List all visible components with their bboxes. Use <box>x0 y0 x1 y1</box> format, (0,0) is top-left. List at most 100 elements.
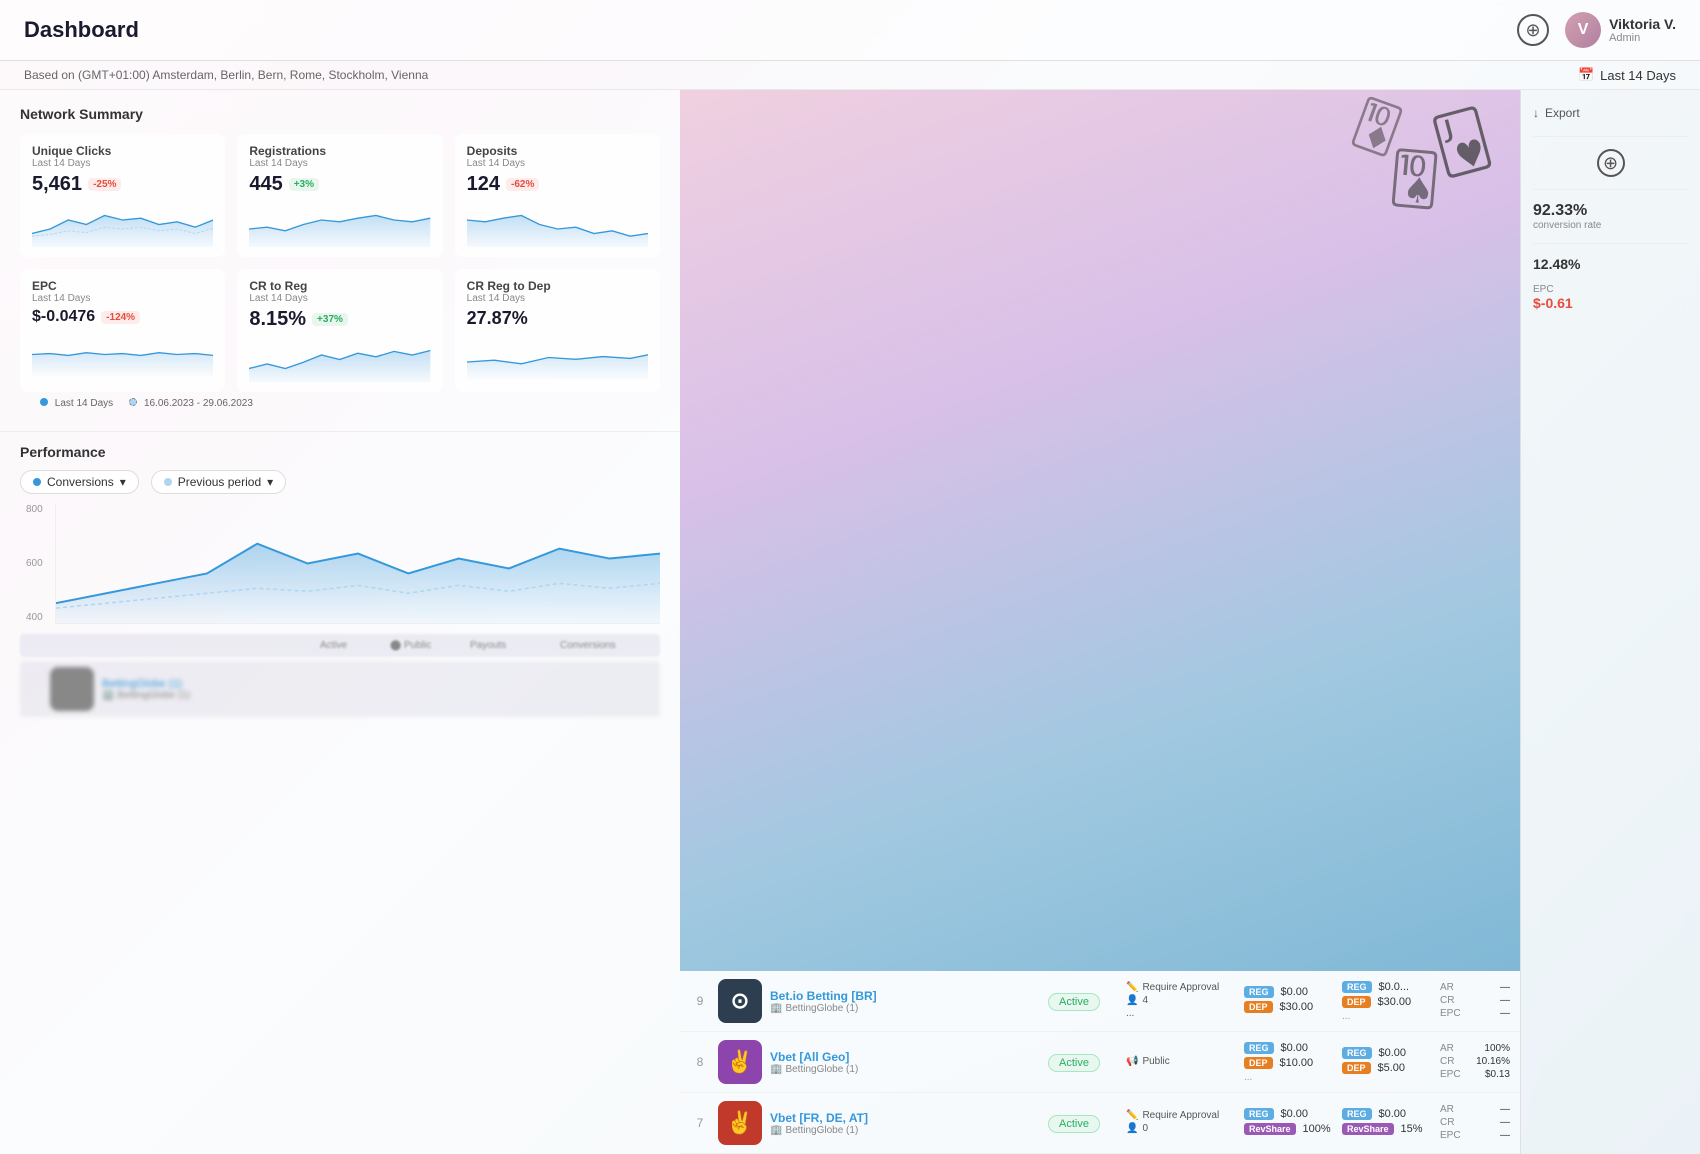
metric-value-row-clicks: 5,461 -25% <box>32 173 213 196</box>
offer-info-7: Vbet [FR, DE, AT] 🏢 BettingGlobe (1) <box>770 1111 1040 1136</box>
metric-change-reg: +3% <box>289 178 319 191</box>
metric-change-clicks: -25% <box>88 178 121 191</box>
metric-value-row-dep: 124 -62% <box>467 173 648 196</box>
filter-label-previous: Previous period <box>178 475 261 489</box>
metric-label-reg: Registrations <box>249 144 430 158</box>
filter-dot-conversions <box>33 478 41 486</box>
legend-dot-current <box>40 398 48 406</box>
metric-cr-dep: CR Reg to Dep Last 14 Days 27.87% <box>455 269 660 392</box>
metric-cr-reg: CR to Reg Last 14 Days 8.15% +37% <box>237 269 442 392</box>
metric-period-cr-dep: Last 14 Days <box>467 293 648 304</box>
stat-epc-7: EPC — <box>1440 1130 1510 1141</box>
filter-previous-period[interactable]: Previous period ▾ <box>151 470 286 494</box>
header: Dashboard ⊕ V Viktoria V. Admin <box>0 0 1700 61</box>
table-header-blurred: Active ⬤ Public Payouts Conversions <box>20 634 660 657</box>
timezone-bar: Based on (GMT+01:00) Amsterdam, Berlin, … <box>0 61 1700 90</box>
calendar-icon: 📅 <box>1578 67 1594 83</box>
offer-info-8: Vbet [All Geo] 🏢 BettingGlobe (1) <box>770 1050 1040 1075</box>
revshare-amount-7: 100% <box>1303 1123 1331 1135</box>
metric-change-cr-reg: +37% <box>312 313 348 326</box>
access-type-9: ✏️ Require Approval <box>1126 982 1236 993</box>
metric-value-row-reg: 445 +3% <box>249 173 430 196</box>
access-more-9: ... <box>1126 1008 1236 1019</box>
stat-epc-9: EPC — <box>1440 1008 1510 1019</box>
chart-label-600: 600 <box>26 558 43 569</box>
offer-name-8[interactable]: Vbet [All Geo] <box>770 1050 1040 1064</box>
middle-panel: 🂻 🂪 🃊 9 ⊙ Bet.io Betting [BR] 🏢 BettingG… <box>680 90 1520 1154</box>
export-button[interactable]: ↓ Export <box>1533 102 1688 124</box>
right-panel: ↓ Export ⊕ 92.33% conversion rate 12.48%… <box>1520 90 1700 1154</box>
date-filter[interactable]: 📅 Last 14 Days <box>1578 67 1676 83</box>
conv-reg-7: REG $0.00 <box>1342 1108 1432 1120</box>
conv-reg-tag-8: REG <box>1342 1047 1372 1059</box>
status-badge-8: Active <box>1048 1054 1100 1072</box>
table-row-9: 9 ⊙ Bet.io Betting [BR] 🏢 BettingGlobe (… <box>680 971 1520 1032</box>
filter-conversions[interactable]: Conversions ▾ <box>20 470 139 494</box>
stat-ar-7: AR — <box>1440 1104 1510 1115</box>
stats-8: AR 100% CR 10.16% EPC $0.13 <box>1440 1043 1510 1082</box>
user-role: Admin <box>1609 32 1676 44</box>
stat-cr-9: CR — <box>1440 995 1510 1006</box>
payouts-7: REG $0.00 RevShare 100% <box>1244 1108 1334 1138</box>
conv-revshare-amount-7: 15% <box>1401 1123 1423 1135</box>
metric-period-cr-reg: Last 14 Days <box>249 293 430 304</box>
payout-dep-9: DEP $30.00 <box>1244 1001 1334 1013</box>
legend-current: Last 14 Days <box>40 398 113 409</box>
speaker-icon-8: 📢 <box>1126 1056 1138 1067</box>
metric-value-reg: 445 <box>249 173 282 196</box>
mini-chart-reg <box>249 202 430 247</box>
access-info-8: 📢 Public <box>1126 1056 1236 1069</box>
user-name: Viktoria V. <box>1609 16 1676 32</box>
dep-tag-8: DEP <box>1244 1057 1273 1069</box>
conversions-8: REG $0.00 DEP $5.00 <box>1342 1047 1432 1077</box>
conv-reg-amount-7: $0.00 <box>1379 1108 1407 1120</box>
offer-name-9[interactable]: Bet.io Betting [BR] <box>770 989 1040 1003</box>
user-icon-7: 👤 <box>1126 1123 1138 1134</box>
payouts-8: REG $0.00 DEP $10.00 ... <box>1244 1042 1334 1083</box>
user-badge[interactable]: V Viktoria V. Admin <box>1565 12 1676 48</box>
metric-label-dep: Deposits <box>467 144 648 158</box>
status-badge-7: Active <box>1048 1115 1100 1133</box>
status-badge-9: Active <box>1048 993 1100 1011</box>
right-stat-value-epc: $-0.61 <box>1533 295 1688 311</box>
right-stat-epc: EPC $-0.61 <box>1533 284 1688 311</box>
right-panel-divider-2 <box>1533 189 1688 190</box>
table-row-8: 8 ✌ Vbet [All Geo] 🏢 BettingGlobe (1) Ac… <box>680 1032 1520 1093</box>
offer-info-9: Bet.io Betting [BR] 🏢 BettingGlobe (1) <box>770 989 1040 1014</box>
right-stat-12: 12.48% <box>1533 256 1688 272</box>
user-info: Viktoria V. Admin <box>1609 16 1676 44</box>
payout-revshare-7: RevShare 100% <box>1244 1123 1334 1135</box>
metric-value-row-cr-dep: 27.87% <box>467 308 648 329</box>
conv-reg-amount-9: $0.0... <box>1379 981 1410 993</box>
metric-value-clicks: 5,461 <box>32 173 82 196</box>
globe-icon[interactable]: ⊕ <box>1517 14 1549 46</box>
payout-dep-8: DEP $10.00 <box>1244 1057 1334 1069</box>
metric-value-row-epc: $-0.0476 -124% <box>32 308 213 326</box>
filter-label-conversions: Conversions <box>47 475 114 489</box>
stat-ar-9: AR — <box>1440 982 1510 993</box>
user-icon-9: 👤 <box>1126 995 1138 1006</box>
metric-period-reg: Last 14 Days <box>249 158 430 169</box>
metric-change-dep: -62% <box>506 178 539 191</box>
payout-reg-8: REG $0.00 <box>1244 1042 1334 1054</box>
right-globe-icon[interactable]: ⊕ <box>1597 149 1625 177</box>
performance-title: Performance <box>20 444 660 460</box>
right-panel-divider-1 <box>1533 136 1688 137</box>
chart-label-400: 400 <box>26 612 43 623</box>
offer-name-7[interactable]: Vbet [FR, DE, AT] <box>770 1111 1040 1125</box>
right-stat-label-conversion: conversion rate <box>1533 220 1688 231</box>
offer-logo-8: ✌ <box>718 1040 762 1084</box>
conv-dep-amount-9: $30.00 <box>1378 996 1412 1008</box>
conv-reg-9: REG $0.0... <box>1342 981 1432 993</box>
offer-logo-9: ⊙ <box>718 979 762 1023</box>
conv-revshare-tag-7: RevShare <box>1342 1123 1394 1135</box>
export-label: Export <box>1545 106 1580 120</box>
metric-value-dep: 124 <box>467 173 500 196</box>
right-stat-conversion: 92.33% conversion rate <box>1533 202 1688 231</box>
stat-cr-7: CR — <box>1440 1117 1510 1128</box>
metric-value-cr-dep: 27.87% <box>467 308 528 329</box>
filter-dot-previous <box>164 478 172 486</box>
chevron-down-icon-previous: ▾ <box>267 475 273 489</box>
network-summary: Network Summary Unique Clicks Last 14 Da… <box>0 90 680 432</box>
row-num-9: 9 <box>690 994 710 1008</box>
